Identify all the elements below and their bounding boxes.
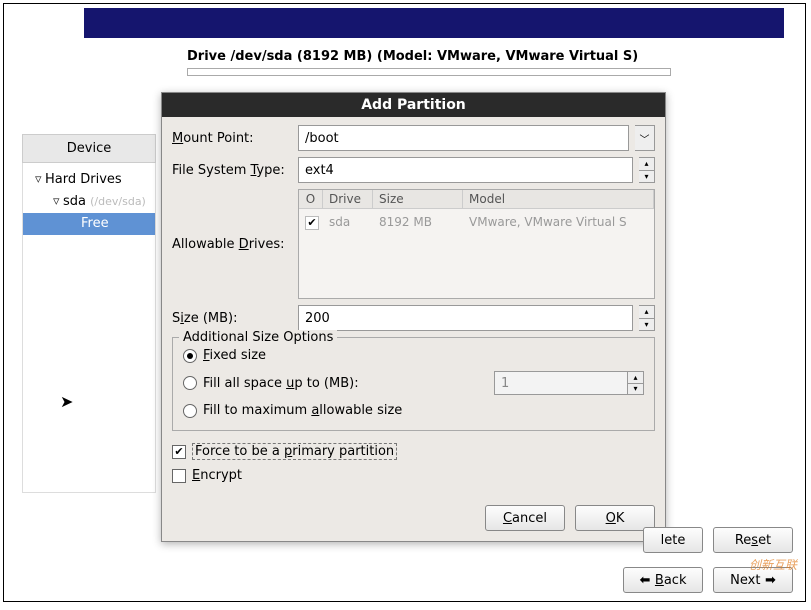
fixed-size-option[interactable]: Fixed size: [183, 344, 644, 367]
col-model: Model: [463, 190, 654, 208]
col-size: Size: [373, 190, 463, 208]
drive-summary-label: Drive /dev/sda (8192 MB) (Model: VMware,…: [187, 49, 794, 64]
encrypt-checkbox[interactable]: Encrypt: [172, 464, 655, 487]
dialog-title: Add Partition: [162, 93, 665, 117]
size-label: Size (MB):: [172, 311, 292, 326]
fill-max-option[interactable]: Fill to maximum allowable size: [183, 399, 644, 422]
radio-icon: [183, 404, 197, 418]
radio-icon: [183, 349, 197, 363]
fs-type-select[interactable]: ext4: [298, 157, 633, 183]
fs-type-spin[interactable]: ▴▾: [639, 157, 655, 183]
fill-up-spin: ▴▾: [628, 371, 644, 395]
checkbox-icon: [172, 469, 186, 483]
tree-sda[interactable]: ▿sda (/dev/sda): [23, 191, 155, 213]
expand-arrow-icon: ▿: [53, 193, 63, 211]
arrow-left-icon: ⬅: [640, 573, 655, 588]
delete-button[interactable]: lete: [643, 527, 703, 553]
back-button[interactable]: ⬅ Back: [623, 567, 703, 593]
mount-point-dropdown-button[interactable]: ﹀: [635, 125, 655, 151]
add-partition-dialog: Add Partition Mount Point: /boot ﹀ File …: [161, 92, 666, 542]
additional-size-legend: Additional Size Options: [179, 330, 337, 345]
additional-size-options: Additional Size Options Fixed size Fill …: [172, 337, 655, 431]
allowable-drives-label: Allowable Drives:: [172, 237, 292, 252]
force-primary-checkbox[interactable]: Force to be a primary partition: [172, 439, 655, 464]
fill-up-to-option[interactable]: Fill all space up to (MB): 1 ▴▾: [183, 367, 644, 399]
size-spin[interactable]: ▴▾: [639, 305, 655, 331]
drive-row[interactable]: sda 8192 MB VMware, VMware Virtual S: [299, 209, 654, 236]
reset-button[interactable]: Reset: [713, 527, 793, 553]
drive-row-checkbox[interactable]: [305, 216, 319, 230]
fill-up-to-input: 1: [494, 371, 628, 395]
mount-point-label: Mount Point:: [172, 131, 292, 146]
checkbox-icon: [172, 445, 186, 459]
arrow-right-icon: ➡: [760, 573, 775, 588]
device-tree: Device ▿Hard Drives ▿sda (/dev/sda) Free: [22, 134, 156, 493]
tree-hard-drives[interactable]: ▿Hard Drives: [23, 169, 155, 191]
chevron-down-icon: ﹀: [640, 131, 650, 146]
device-column-header[interactable]: Device: [22, 134, 156, 163]
size-input[interactable]: 200: [298, 305, 633, 331]
col-check: O: [299, 190, 323, 208]
col-drive: Drive: [323, 190, 373, 208]
drive-usage-bar: [187, 68, 671, 76]
watermark: 创新互联: [749, 556, 797, 573]
expand-arrow-icon: ▿: [35, 171, 45, 189]
fs-type-label: File System Type:: [172, 163, 292, 178]
title-bar: [84, 8, 784, 38]
radio-icon: [183, 376, 197, 390]
mount-point-input[interactable]: /boot: [298, 125, 629, 151]
allowable-drives-table[interactable]: O Drive Size Model sda 8192 MB VMware, V…: [298, 189, 655, 299]
tree-free-space[interactable]: Free: [23, 213, 155, 235]
cancel-button[interactable]: Cancel: [485, 505, 565, 531]
